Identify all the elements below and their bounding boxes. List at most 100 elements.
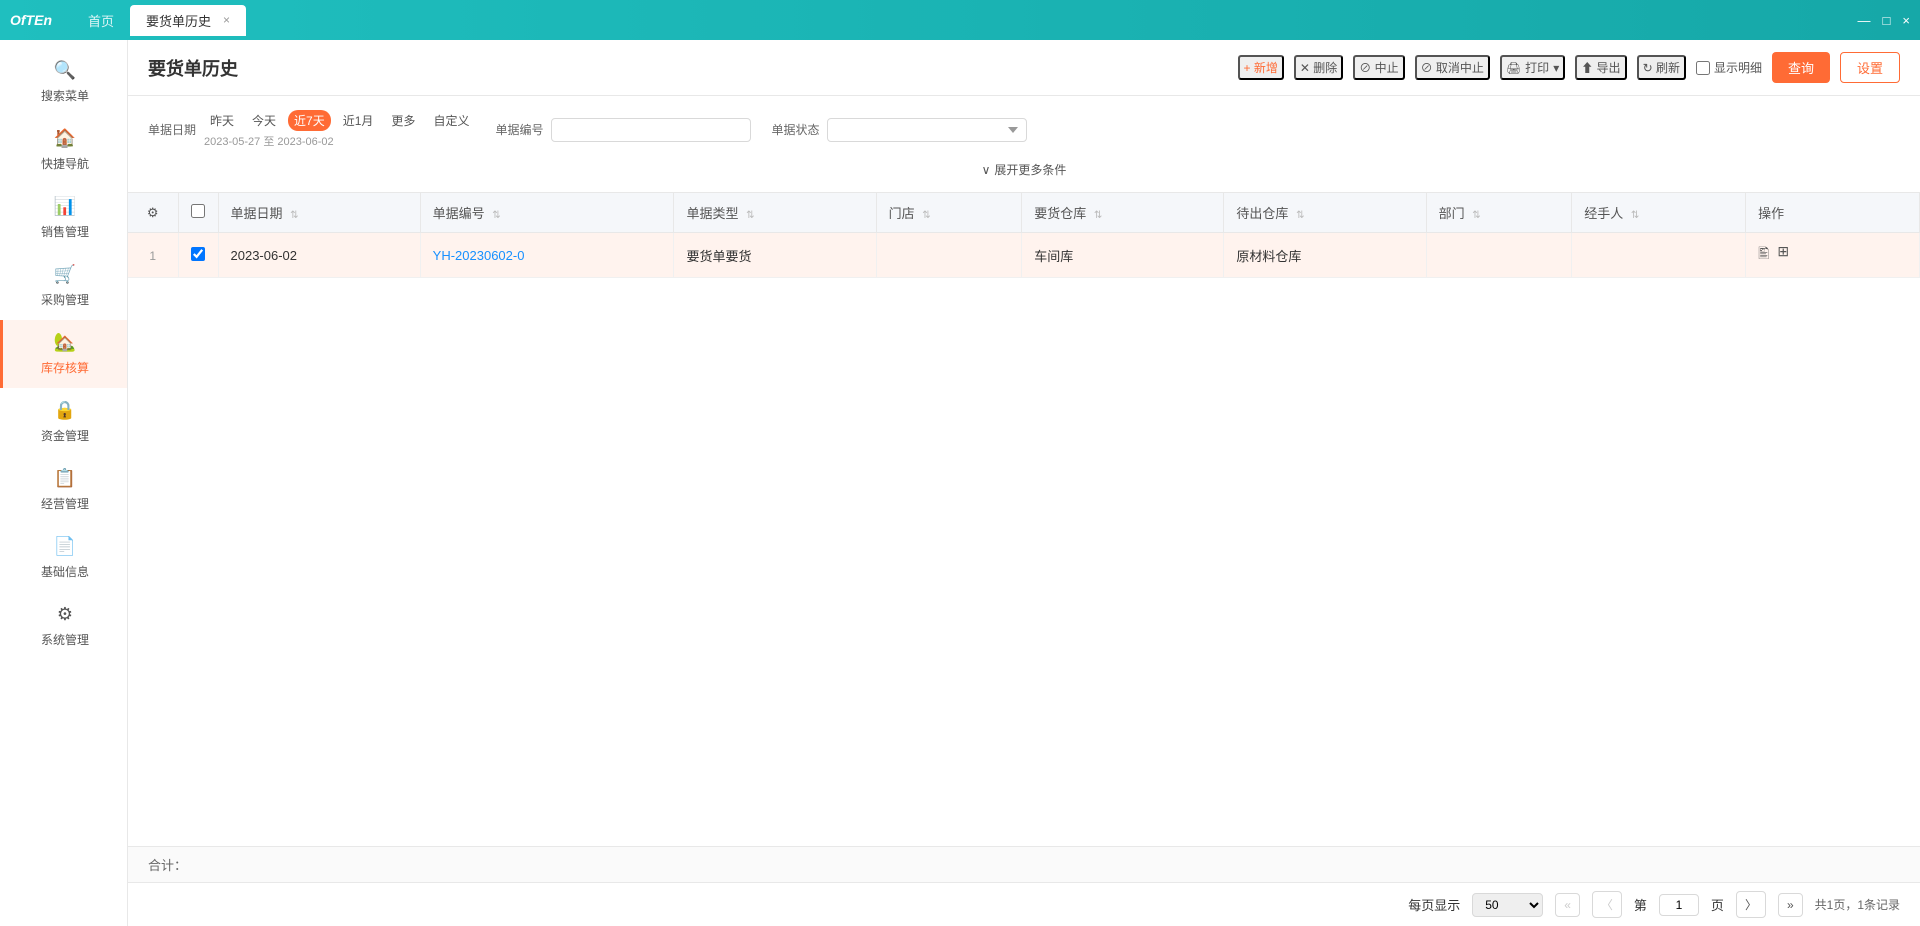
status-filter-select[interactable] xyxy=(827,118,1027,142)
show-detail-toggle[interactable]: 显示明细 xyxy=(1696,59,1762,76)
sidebar-item-label: 快捷导航 xyxy=(41,155,89,172)
sort-icon: ⇅ xyxy=(290,210,298,221)
query-button[interactable]: 查询 xyxy=(1772,52,1830,83)
row-num: 1 xyxy=(149,249,156,263)
print-button[interactable]: 🖨 打印 ▾ xyxy=(1500,55,1565,80)
top-bar-actions: — □ × xyxy=(1858,13,1910,28)
toolbar: + 新增 ✕ 删除 ⊘ 中止 ⊘ 取消中止 🖨 打印 ▾ ⬆ 导出 ↻ 刷新 显… xyxy=(1238,52,1900,83)
show-detail-checkbox[interactable] xyxy=(1696,61,1710,75)
row-pending-warehouse: 原材料仓库 xyxy=(1224,233,1426,278)
sort-icon: ⇅ xyxy=(492,210,500,221)
sidebar-item-sys-mgmt[interactable]: ⚙ 系统管理 xyxy=(0,592,127,660)
col-action: 操作 xyxy=(1746,193,1920,233)
search-icon: 🔍 xyxy=(54,60,76,81)
date-opt-custom[interactable]: 自定义 xyxy=(427,110,475,131)
date-range-display: 2023-05-27 至 2023-06-02 xyxy=(204,133,475,149)
col-store[interactable]: 门店 ⇅ xyxy=(876,193,1022,233)
cancel-stop-button[interactable]: ⊘ 取消中止 xyxy=(1415,55,1490,80)
select-all-checkbox[interactable] xyxy=(191,204,205,218)
next-page-btn[interactable]: 〉 xyxy=(1736,891,1766,918)
page-number-input[interactable] xyxy=(1659,894,1699,916)
sidebar-item-sales-mgmt[interactable]: 📊 销售管理 xyxy=(0,184,127,252)
row-dept xyxy=(1426,233,1572,278)
sidebar-item-label: 资金管理 xyxy=(41,427,89,444)
table-header: ⚙ 单据日期 ⇅ 单据编号 ⇅ 单据类型 xyxy=(128,193,1920,233)
print-label: 打印 xyxy=(1525,59,1549,76)
print-icon: 🖨 xyxy=(1506,61,1521,75)
page-title: 要货单历史 xyxy=(148,55,238,81)
sidebar-item-finance-mgmt[interactable]: 🔒 资金管理 xyxy=(0,388,127,456)
first-page-btn[interactable]: « xyxy=(1555,893,1580,917)
col-doc-type[interactable]: 单据类型 ⇅ xyxy=(674,193,876,233)
print-dropdown-icon[interactable]: ▾ xyxy=(1553,61,1559,75)
pagination-bar: 每页显示 50 20 100 « 〈 第 页 〉 » 共1页，1条记录 xyxy=(128,882,1920,926)
date-opt-yesterday[interactable]: 昨天 xyxy=(204,110,240,131)
expand-down-icon: ∨ xyxy=(982,163,991,177)
row-doc-date: 2023-06-02 xyxy=(218,233,420,278)
page-size-select[interactable]: 50 20 100 xyxy=(1472,893,1543,917)
stop-button[interactable]: ⊘ 中止 xyxy=(1353,55,1404,80)
settings-button[interactable]: 设置 xyxy=(1840,52,1900,83)
date-options: 昨天 今天 近7天 近1月 更多 自定义 xyxy=(204,110,475,131)
table-body: 1 2023-06-02 YH-20230602-0 要货单要货 车间库 原材料… xyxy=(128,233,1920,278)
export-button[interactable]: ⬆ 导出 xyxy=(1575,55,1626,80)
col-pending-warehouse[interactable]: 待出仓库 ⇅ xyxy=(1224,193,1426,233)
date-opt-today[interactable]: 今天 xyxy=(246,110,282,131)
table-spacer xyxy=(128,278,1920,846)
tab-bar: 首页 要货单历史 × xyxy=(72,5,1858,36)
action-icons: 🖺 ⊞ xyxy=(1758,243,1907,267)
sidebar-item-inventory[interactable]: 🏡 库存核算 xyxy=(0,320,127,388)
sort-icon: ⇅ xyxy=(922,210,930,221)
table-area: ⚙ 单据日期 ⇅ 单据编号 ⇅ 单据类型 xyxy=(128,193,1920,882)
doc-no-link[interactable]: YH-20230602-0 xyxy=(433,248,525,263)
row-doc-type: 要货单要货 xyxy=(674,233,876,278)
tab-close-icon[interactable]: × xyxy=(223,13,230,27)
window-maximize-btn[interactable]: □ xyxy=(1883,13,1891,28)
row-doc-no: YH-20230602-0 xyxy=(420,233,674,278)
copy-action-icon[interactable]: ⊞ xyxy=(1777,243,1789,267)
sidebar-item-label: 采购管理 xyxy=(41,291,89,308)
last-page-btn[interactable]: » xyxy=(1778,893,1803,917)
col-doc-date[interactable]: 单据日期 ⇅ xyxy=(218,193,420,233)
window-minimize-btn[interactable]: — xyxy=(1858,13,1871,28)
date-opt-last7days[interactable]: 近7天 xyxy=(288,110,331,131)
docno-filter-input[interactable] xyxy=(551,118,751,142)
sidebar-item-quick-nav[interactable]: 🏠 快捷导航 xyxy=(0,116,127,184)
brand-logo: OfTEn xyxy=(10,12,52,28)
delete-button[interactable]: ✕ 删除 xyxy=(1294,55,1343,80)
sidebar-item-label: 库存核算 xyxy=(41,359,89,376)
doc-icon: 📄 xyxy=(54,536,76,557)
tab-home[interactable]: 首页 xyxy=(72,5,130,36)
col-doc-no[interactable]: 单据编号 ⇅ xyxy=(420,193,674,233)
sidebar-item-search-menu[interactable]: 🔍 搜索菜单 xyxy=(0,48,127,116)
prev-page-btn[interactable]: 〈 xyxy=(1592,891,1622,918)
sidebar-item-label: 基础信息 xyxy=(41,563,89,580)
status-filter-group: 单据状态 xyxy=(771,118,1027,142)
sidebar-item-purchase-mgmt[interactable]: 🛒 采购管理 xyxy=(0,252,127,320)
row-num-cell: 1 xyxy=(128,233,178,278)
expand-more-btn[interactable]: ∨ 展开更多条件 xyxy=(148,157,1900,182)
page-size-label: 每页显示 xyxy=(1408,895,1460,914)
date-opt-last1month[interactable]: 近1月 xyxy=(337,110,380,131)
col-dept[interactable]: 部门 ⇅ xyxy=(1426,193,1572,233)
main-layout: 🔍 搜索菜单 🏠 快捷导航 📊 销售管理 🛒 采购管理 🏡 库存核算 🔒 资金管… xyxy=(0,40,1920,926)
cart-icon: 🛒 xyxy=(54,264,76,285)
date-opt-more[interactable]: 更多 xyxy=(385,110,421,131)
date-filter-group: 单据日期 昨天 今天 近7天 近1月 更多 自定义 2023-05-27 至 2… xyxy=(148,110,475,149)
row-checkbox[interactable] xyxy=(191,247,205,261)
sidebar: 🔍 搜索菜单 🏠 快捷导航 📊 销售管理 🛒 采购管理 🏡 库存核算 🔒 资金管… xyxy=(0,40,128,926)
tab-requisition-history[interactable]: 要货单历史 × xyxy=(130,5,246,36)
sidebar-item-ops-mgmt[interactable]: 📋 经营管理 xyxy=(0,456,127,524)
filter-area: 单据日期 昨天 今天 近7天 近1月 更多 自定义 2023-05-27 至 2… xyxy=(128,96,1920,193)
view-action-icon[interactable]: 🖺 xyxy=(1758,243,1769,267)
sort-icon: ⇅ xyxy=(746,210,754,221)
inventory-icon: 🏡 xyxy=(54,332,76,353)
col-req-warehouse[interactable]: 要货仓库 ⇅ xyxy=(1022,193,1224,233)
table-settings-col[interactable]: ⚙ xyxy=(128,193,178,233)
refresh-button[interactable]: ↻ 刷新 xyxy=(1637,55,1686,80)
col-handler[interactable]: 经手人 ⇅ xyxy=(1572,193,1746,233)
sidebar-item-basic-info[interactable]: 📄 基础信息 xyxy=(0,524,127,592)
lock-icon: 🔒 xyxy=(54,400,76,421)
new-button[interactable]: + 新增 xyxy=(1238,55,1284,80)
window-close-btn[interactable]: × xyxy=(1902,13,1910,28)
